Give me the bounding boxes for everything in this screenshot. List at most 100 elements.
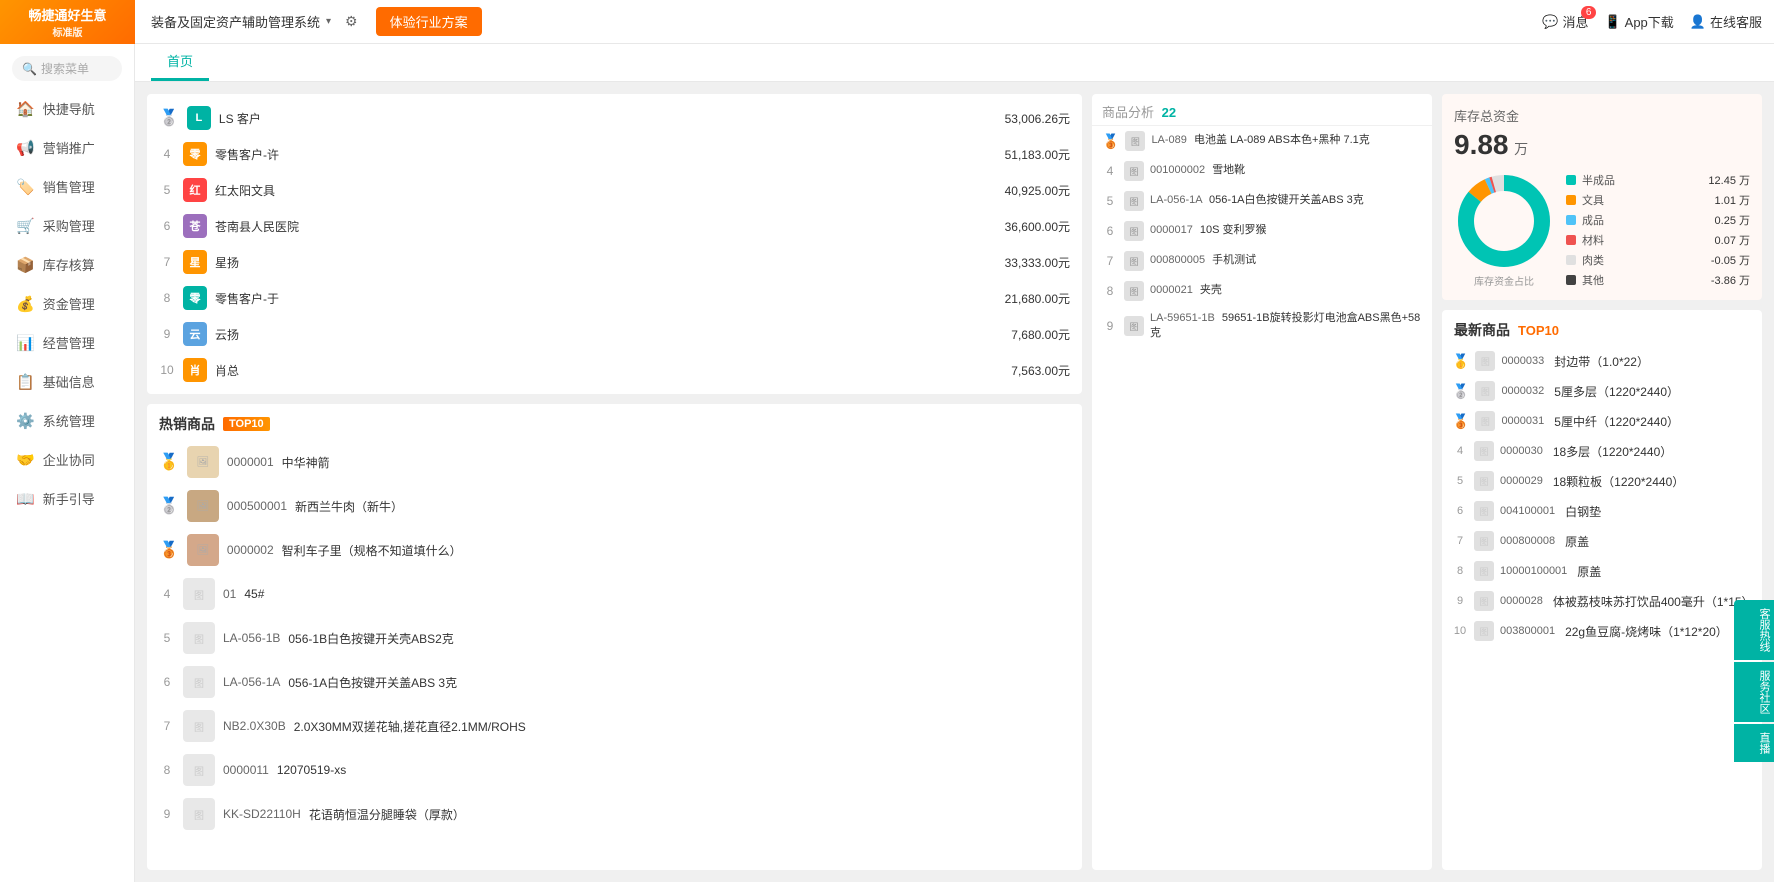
rank-num: 7 <box>159 719 175 733</box>
cooperation-label: 企业协同 <box>43 450 95 469</box>
sidebar-item-inventory[interactable]: 📦 库存核算 <box>0 245 134 284</box>
sidebar-item-guide[interactable]: 📖 新手引导 <box>0 479 134 518</box>
new-products-list: 🥇 图 0000033 封边带（1.0*22） 🥈 图 0000032 5厘多层… <box>1442 346 1762 646</box>
app-download-item[interactable]: 📱 App下载 <box>1604 12 1673 31</box>
trial-btn[interactable]: 体验行业方案 <box>376 7 482 36</box>
new-product-row: 7 图 000800008 原盖 <box>1442 526 1762 556</box>
hot-product-row: 7 图 NB2.0X30B 2.0X30MM双搓花轴,搓花直径2.1MM/ROH… <box>147 704 1082 748</box>
sidebar-search-area[interactable]: 🔍 搜索菜单 <box>0 48 134 89</box>
new-products-badge: TOP10 <box>1518 323 1559 338</box>
rank-num: 6 <box>159 675 175 689</box>
sidebar-item-basic-info[interactable]: 📋 基础信息 <box>0 362 134 401</box>
new-product-code: 000800008 <box>1500 535 1555 547</box>
legend-value: 1.01 万 <box>1715 192 1750 208</box>
customer-row: 4 零 零售客户-许 51,183.00元 <box>147 136 1082 172</box>
new-product-code: 003800001 <box>1500 625 1555 637</box>
content-area: 首页 🥈 L LS 客户 53,006.26元 4 零 零售客户-许 51,18… <box>135 44 1774 882</box>
online-service-item[interactable]: 👤 在线客服 <box>1690 12 1762 31</box>
new-product-row: 4 图 0000030 18多层（1220*2440） <box>1442 436 1762 466</box>
legend-dot <box>1566 215 1576 225</box>
new-product-name: 5厘中纤（1220*2440） <box>1554 413 1752 430</box>
customer-row: 🥈 L LS 客户 53,006.26元 <box>147 100 1082 136</box>
legend-value: -3.86 万 <box>1711 272 1750 288</box>
sidebar-item-quick-nav[interactable]: 🏠 快捷导航 <box>0 89 134 128</box>
new-product-code: 0000028 <box>1500 595 1543 607</box>
sidebar-item-sales[interactable]: 🏷️ 销售管理 <box>0 167 134 206</box>
new-product-row: 9 图 0000028 体被荔枝味苏打饮品400毫升（1*15） <box>1442 586 1762 616</box>
float-btn-live[interactable]: 直播 <box>1734 724 1774 762</box>
customer-amount: 40,925.00元 <box>1005 182 1070 199</box>
notifications-item[interactable]: 💬 消息 6 <box>1542 12 1588 31</box>
legend-value: 0.25 万 <box>1715 212 1750 228</box>
top-sold-panel: 商品分析 22 🥉 图 LA-089 电池盖 LA-089 ABS本色+黑种 7… <box>1092 94 1432 870</box>
header-right: 💬 消息 6 📱 App下载 👤 在线客服 <box>1542 12 1762 31</box>
hot-product-row: 🥈 🖼 000500001 新西兰牛肉（新牛） <box>147 484 1082 528</box>
sidebar-item-purchase[interactable]: 🛒 采购管理 <box>0 206 134 245</box>
product-name: 新西兰牛肉（新牛） <box>295 498 403 515</box>
hot-product-row: 8 图 0000011 12070519-xs <box>147 748 1082 792</box>
dropdown-icon[interactable]: ▾ <box>326 16 331 27</box>
sidebar-search-box[interactable]: 🔍 搜索菜单 <box>12 56 122 81</box>
rank-num: 5 <box>1102 194 1118 208</box>
sold-product-info: 0000017 10S 变利罗猴 <box>1150 223 1422 238</box>
product-name: 中华神箭 <box>282 454 330 471</box>
product-small-avatar: 图 <box>1124 251 1144 271</box>
new-product-row: 🥉 图 0000031 5厘中纤（1220*2440） <box>1442 406 1762 436</box>
legend-value: 0.07 万 <box>1715 232 1750 248</box>
legend-item: 材料 0.07 万 <box>1566 232 1750 248</box>
sidebar-item-operations[interactable]: 📊 经营管理 <box>0 323 134 362</box>
left-panel: 🥈 L LS 客户 53,006.26元 4 零 零售客户-许 51,183.0… <box>147 94 1082 870</box>
legend-label: 肉类 <box>1582 252 1705 268</box>
sold-product-name: 电池盖 LA-089 ABS本色+黑种 7.1克 <box>1194 134 1370 146</box>
customer-row: 10 肖 肖总 7,563.00元 <box>147 352 1082 388</box>
sold-product-name: 056-1A白色按键开关盖ABS 3克 <box>1209 194 1364 206</box>
new-product-img: 图 <box>1475 381 1495 401</box>
top-sold-row: 9 图 LA-59651-1B 59651-1B旋转投影灯电池盒ABS黑色+58… <box>1092 306 1432 347</box>
sidebar-item-cooperation[interactable]: 🤝 企业协同 <box>0 440 134 479</box>
guide-label: 新手引导 <box>43 489 95 508</box>
customer-row: 5 红 红太阳文具 40,925.00元 <box>147 172 1082 208</box>
marketing-label: 营销推广 <box>43 138 95 157</box>
new-products-header: 最新商品 TOP10 <box>1442 310 1762 346</box>
system-label: 系统管理 <box>43 411 95 430</box>
new-product-name: 体被荔枝味苏打饮品400毫升（1*15） <box>1553 593 1752 610</box>
medal-icon: 🥉 <box>1102 133 1119 150</box>
top-sold-row: 🥉 图 LA-089 电池盖 LA-089 ABS本色+黑种 7.1克 <box>1092 126 1432 156</box>
marketing-icon: 📢 <box>16 139 35 157</box>
rank-num: 7 <box>1452 535 1468 547</box>
sidebar-item-finance[interactable]: 💰 资金管理 <box>0 284 134 323</box>
legend-item: 其他 -3.86 万 <box>1566 272 1750 288</box>
middle-panel: 商品分析 22 🥉 图 LA-089 电池盖 LA-089 ABS本色+黑种 7… <box>1092 94 1432 870</box>
legend-label: 其他 <box>1582 272 1705 288</box>
legend-item: 半成品 12.45 万 <box>1566 172 1750 188</box>
product-code: 000500001 <box>227 499 287 513</box>
new-product-img: 图 <box>1475 411 1495 431</box>
new-product-code: 0000030 <box>1500 445 1543 457</box>
customer-avatar: 星 <box>183 250 207 274</box>
customer-name: 肖总 <box>215 362 1003 379</box>
float-btn-service[interactable]: 客服热线 <box>1734 600 1774 660</box>
product-thumb: 图 <box>183 710 215 742</box>
new-product-code: 0000032 <box>1501 385 1544 397</box>
customer-row: 6 苍 苍南县人民医院 36,600.00元 <box>147 208 1082 244</box>
new-product-row: 6 图 004100001 白钢垫 <box>1442 496 1762 526</box>
product-small-avatar: 图 <box>1125 131 1145 151</box>
product-thumb: 图 <box>183 578 215 610</box>
float-btn-community[interactable]: 服务社区 <box>1734 662 1774 722</box>
customer-name: 零售客户-许 <box>215 146 997 163</box>
gear-icon[interactable]: ⚙ <box>345 13 358 30</box>
inventory-title: 库存总资金 <box>1454 106 1750 125</box>
rank-num: 8 <box>1452 565 1468 577</box>
rank-num: 10 <box>1452 625 1468 637</box>
sidebar-item-marketing[interactable]: 📢 营销推广 <box>0 128 134 167</box>
tab-home[interactable]: 首页 <box>151 44 209 81</box>
operations-label: 经营管理 <box>43 333 95 352</box>
hot-products-badge: TOP10 <box>223 417 270 431</box>
customer-amount: 36,600.00元 <box>1005 218 1070 235</box>
product-name: 花语萌恒温分腿睡袋（厚款） <box>309 806 465 823</box>
customer-amount: 7,563.00元 <box>1011 362 1070 379</box>
inventory-chart-area: 库存资金占比 半成品 12.45 万 文具 1.01 万 成品 0.25 万 材… <box>1454 171 1750 288</box>
system-icon: ⚙️ <box>16 412 35 430</box>
new-product-name: 22g鱼豆腐-烧烤味（1*12*20） <box>1565 623 1752 640</box>
sidebar-item-system[interactable]: ⚙️ 系统管理 <box>0 401 134 440</box>
